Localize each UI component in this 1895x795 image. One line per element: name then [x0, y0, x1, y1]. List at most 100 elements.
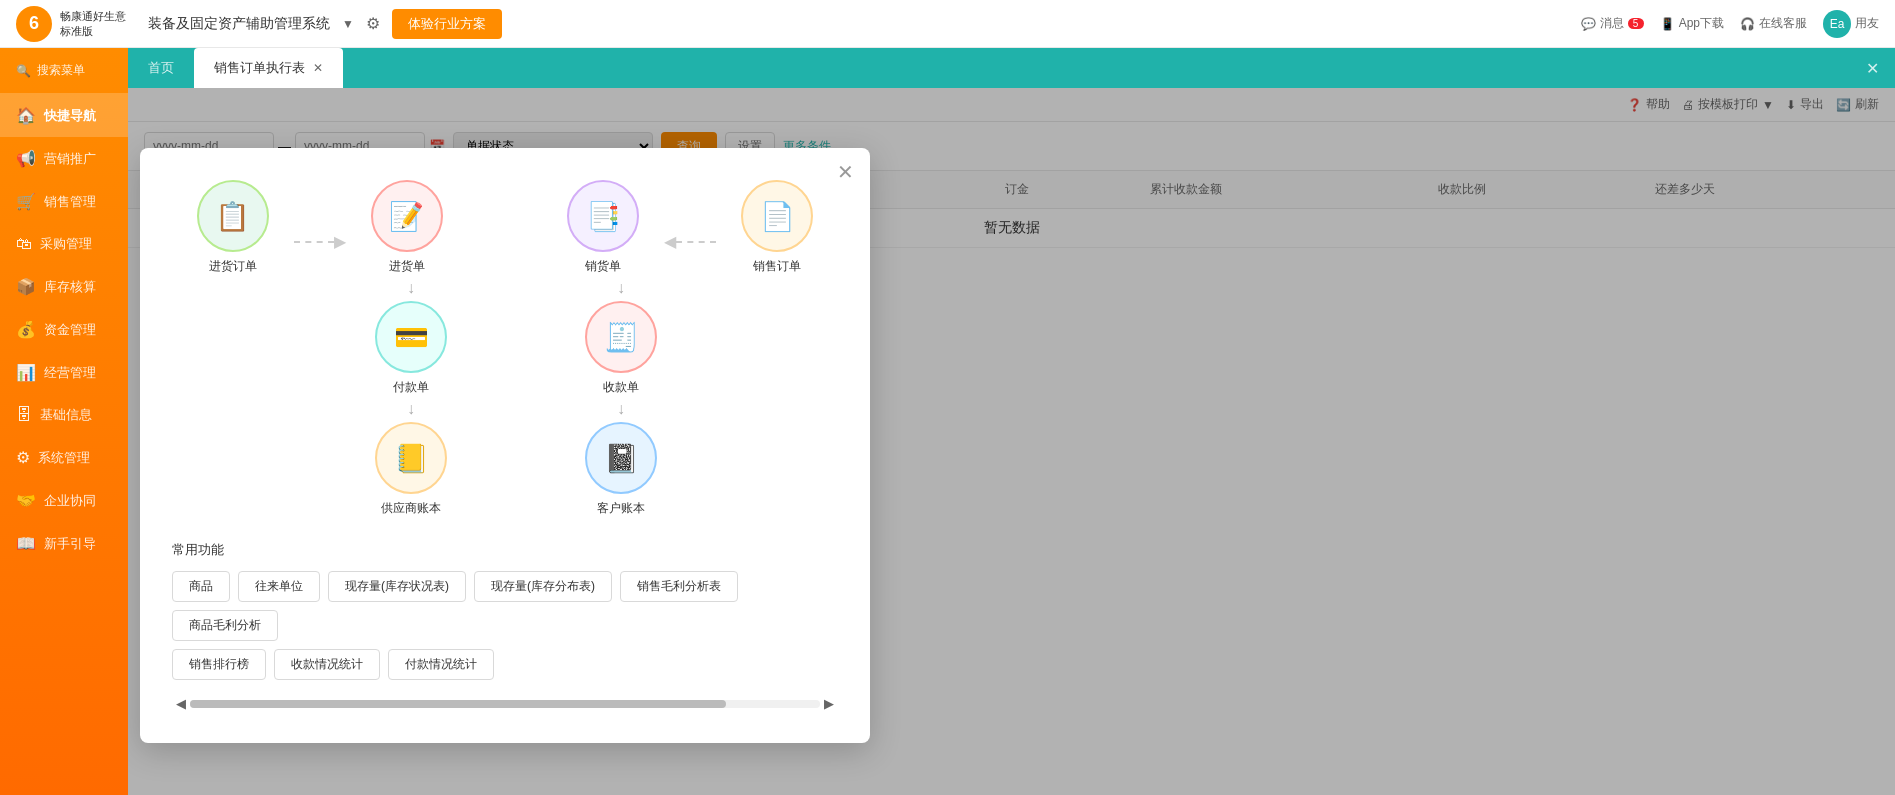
sales-bill-label: 销货单 [585, 258, 621, 275]
sidebar-item-sales[interactable]: 🛒 销售管理 [0, 180, 128, 223]
service-icon: 🎧 [1740, 17, 1755, 31]
sidebar-item-operation[interactable]: 📊 经营管理 [0, 351, 128, 394]
supplier-account-icon: 📒 [394, 442, 429, 475]
func-btn-counterparty[interactable]: 往来单位 [238, 571, 320, 602]
modal-scrollbar: ◀ ▶ [172, 696, 838, 711]
scroll-right-btn[interactable]: ▶ [820, 696, 838, 711]
newbie-icon: 📖 [16, 534, 36, 553]
common-functions-title: 常用功能 [172, 541, 838, 559]
scroll-left-btn[interactable]: ◀ [172, 696, 190, 711]
user-menu[interactable]: Ea 用友 [1823, 10, 1879, 38]
func-btn-payment-stats[interactable]: 付款情况统计 [388, 649, 494, 680]
receipt-icon: 🧾 [604, 321, 639, 354]
message-btn[interactable]: 💬 消息 5 [1581, 15, 1644, 32]
sales-bill-icon: 📑 [586, 200, 621, 233]
tab-close-icon[interactable]: ✕ [313, 61, 323, 75]
tab-home[interactable]: 首页 [128, 48, 194, 88]
sidebar-item-purchase[interactable]: 🛍 采购管理 [0, 223, 128, 265]
sales-bill-node: 📑 销货单 [542, 180, 664, 275]
sidebar-item-newbie[interactable]: 📖 新手引导 [0, 522, 128, 565]
modal-box: ✕ 📋 进货订单 [140, 148, 870, 743]
supplier-account-label: 供应商账本 [381, 500, 441, 517]
top-bar-left: 6 畅康通好生意 标准版 装备及固定资产辅助管理系统 ▼ ⚙ 体验行业方案 [16, 6, 502, 42]
content-area: 首页 销售订单执行表 ✕ ✕ ❓ 帮助 🖨 [128, 48, 1895, 795]
purchase-bill-node: 📝 进货单 [346, 180, 468, 275]
tab-bar: 首页 销售订单执行表 ✕ ✕ [128, 48, 1895, 88]
sales-bill-circle[interactable]: 📑 [567, 180, 639, 252]
modal-close-btn[interactable]: ✕ [837, 160, 854, 184]
purchase-bill-label: 进货单 [389, 258, 425, 275]
purchase-bill-icon: 📝 [389, 200, 424, 233]
sidebar: 🔍 搜索菜单 🏠 快捷导航 📢 营销推广 🛒 销售管理 🛍 采购管理 [0, 48, 128, 795]
purchase-order-label: 进货订单 [209, 258, 257, 275]
sidebar-item-system[interactable]: ⚙ 系统管理 [0, 436, 128, 479]
func-btn-sales-margin[interactable]: 销售毛利分析表 [620, 571, 738, 602]
payment-circle[interactable]: 💳 [375, 301, 447, 373]
basic-icon: 🗄 [16, 406, 32, 424]
sidebar-item-finance[interactable]: 💰 资金管理 [0, 308, 128, 351]
func-btn-stock-dist[interactable]: 现存量(库存分布表) [474, 571, 612, 602]
system-title: 装备及固定资产辅助管理系统 [148, 15, 330, 33]
payment-node: 💳 付款单 [346, 301, 476, 396]
function-buttons: 商品 往来单位 现存量(库存状况表) 现存量(库存分布表) 销售毛利分析表 商品… [172, 571, 838, 641]
message-icon: 💬 [1581, 17, 1596, 31]
sales-order-node: 📄 销售订单 [716, 180, 838, 275]
search-icon: 🔍 [16, 64, 31, 78]
payment-icon: 💳 [394, 321, 429, 354]
flow-diagram: 📋 进货订单 ▶ [172, 180, 838, 517]
sidebar-item-quick-nav[interactable]: 🏠 快捷导航 [0, 94, 128, 137]
func-btn-sales-rank[interactable]: 销售排行榜 [172, 649, 266, 680]
main-layout: 🔍 搜索菜单 🏠 快捷导航 📢 营销推广 🛒 销售管理 🛍 采购管理 [0, 48, 1895, 795]
supplier-account-circle[interactable]: 📒 [375, 422, 447, 494]
sales-order-circle[interactable]: 📄 [741, 180, 813, 252]
operation-icon: 📊 [16, 363, 36, 382]
purchase-order-circle[interactable]: 📋 [197, 180, 269, 252]
purchase-order-icon: 📋 [215, 200, 250, 233]
system-dropdown-icon[interactable]: ▼ [342, 17, 354, 31]
sidebar-item-basic[interactable]: 🗄 基础信息 [0, 394, 128, 436]
sidebar-item-marketing[interactable]: 📢 营销推广 [0, 137, 128, 180]
sales-order-label: 销售订单 [753, 258, 801, 275]
logo-icon: 6 [16, 6, 52, 42]
receipt-label: 收款单 [603, 379, 639, 396]
func-btn-product[interactable]: 商品 [172, 571, 230, 602]
page-content: ❓ 帮助 🖨 按模板打印 ▼ ⬇ 导出 🔄 刷新 [128, 88, 1895, 795]
top-bar-right: 💬 消息 5 📱 App下载 🎧 在线客服 Ea 用友 [1581, 10, 1879, 38]
finance-icon: 💰 [16, 320, 36, 339]
sidebar-item-inventory[interactable]: 📦 库存核算 [0, 265, 128, 308]
logo-area: 6 畅康通好生意 标准版 [16, 6, 136, 42]
online-service-btn[interactable]: 🎧 在线客服 [1740, 15, 1807, 32]
modal-overlay: ✕ 📋 进货订单 [128, 88, 1895, 795]
purchase-bill-circle[interactable]: 📝 [371, 180, 443, 252]
settings-icon[interactable]: ⚙ [366, 14, 380, 33]
enterprise-icon: 🤝 [16, 491, 36, 510]
func-btn-receipt-stats[interactable]: 收款情况统计 [274, 649, 380, 680]
message-badge: 5 [1628, 18, 1644, 29]
scroll-thumb [190, 700, 726, 708]
purchase-order-node: 📋 进货订单 [172, 180, 294, 275]
func-btn-product-margin[interactable]: 商品毛利分析 [172, 610, 278, 641]
message-label: 消息 [1600, 15, 1624, 32]
payment-label: 付款单 [393, 379, 429, 396]
customer-account-label: 客户账本 [597, 500, 645, 517]
logo-text: 畅康通好生意 标准版 [60, 9, 126, 38]
home-icon: 🏠 [16, 106, 36, 125]
receipt-circle[interactable]: 🧾 [585, 301, 657, 373]
customer-account-circle[interactable]: 📓 [585, 422, 657, 494]
purchase-icon: 🛍 [16, 235, 32, 253]
customer-account-icon: 📓 [604, 442, 639, 475]
experience-btn[interactable]: 体验行业方案 [392, 9, 502, 39]
sidebar-item-enterprise[interactable]: 🤝 企业协同 [0, 479, 128, 522]
app-download-btn[interactable]: 📱 App下载 [1660, 15, 1724, 32]
customer-account-node: 📓 客户账本 [556, 422, 686, 517]
sidebar-search-btn[interactable]: 🔍 搜索菜单 [8, 58, 120, 83]
func-btn-stock-status[interactable]: 现存量(库存状况表) [328, 571, 466, 602]
app-container: 6 畅康通好生意 标准版 装备及固定资产辅助管理系统 ▼ ⚙ 体验行业方案 💬 … [0, 0, 1895, 795]
sales-order-icon: 📄 [760, 200, 795, 233]
tab-bar-close-btn[interactable]: ✕ [1866, 59, 1895, 78]
tab-sales-order[interactable]: 销售订单执行表 ✕ [194, 48, 343, 88]
marketing-icon: 📢 [16, 149, 36, 168]
sales-icon: 🛒 [16, 192, 36, 211]
system-icon: ⚙ [16, 448, 30, 467]
mobile-icon: 📱 [1660, 17, 1675, 31]
